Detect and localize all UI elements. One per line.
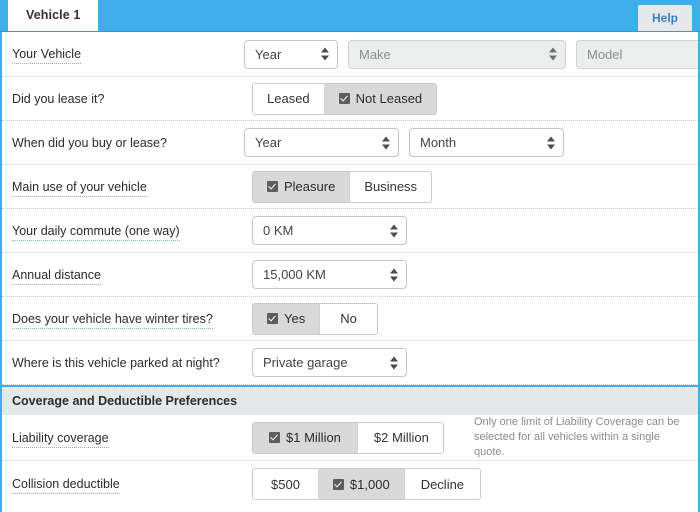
select-daily-commute-value: 0 KM [263, 223, 293, 238]
button-winter-tires-no-label: No [340, 311, 357, 326]
row-parked-at-night: Where is this vehicle parked at night? P… [2, 341, 698, 385]
form-panel: Your Vehicle Year Make Model Di [0, 32, 700, 512]
label-collision-deductible: Collision deductible [12, 476, 244, 492]
row-winter-tires: Does your vehicle have winter tires? Yes… [2, 297, 698, 341]
field-winter-tires: Yes No [244, 303, 692, 335]
button-winter-tires-yes[interactable]: Yes [253, 304, 320, 334]
select-annual-distance-value: 15,000 KM [263, 267, 326, 282]
buttongroup-collision: $500 $1,000 Decline [252, 468, 481, 500]
button-leased-label: Leased [267, 91, 310, 106]
button-deductible-500[interactable]: $500 [253, 469, 319, 499]
row-when-bought: When did you buy or lease? Year Month [2, 121, 698, 165]
label-annual-distance: Annual distance [12, 267, 244, 283]
button-deductible-1000[interactable]: $1,000 [319, 469, 405, 499]
button-liability-1-million-label: $1 Million [286, 430, 341, 445]
chevron-updown-icon [321, 48, 329, 61]
field-your-vehicle: Year Make Model [244, 40, 700, 69]
chevron-updown-icon [390, 224, 398, 237]
buttongroup-liability: $1 Million $2 Million [252, 422, 444, 454]
tab-vehicle-1[interactable]: Vehicle 1 [8, 0, 98, 31]
checkmark-icon [269, 432, 280, 443]
row-main-use: Main use of your vehicle Pleasure Busine… [2, 165, 698, 209]
button-not-leased-label: Not Leased [356, 91, 423, 106]
button-winter-tires-no[interactable]: No [320, 304, 377, 334]
select-vehicle-make-value: Make [359, 47, 391, 62]
select-purchase-year-value: Year [255, 135, 281, 150]
select-purchase-year[interactable]: Year [244, 128, 399, 157]
button-deductible-1000-label: $1,000 [350, 477, 390, 492]
tab-bar: Vehicle 1 Help [0, 0, 700, 32]
row-your-vehicle: Your Vehicle Year Make Model [2, 32, 698, 77]
field-annual-distance: 15,000 KM [244, 260, 692, 289]
buttongroup-main-use: Pleasure Business [252, 171, 432, 203]
select-parked-at-night-value: Private garage [263, 355, 348, 370]
select-purchase-month-value: Month [420, 135, 456, 150]
note-liability-coverage: Only one limit of Liability Coverage can… [474, 415, 692, 460]
section-header-coverage-label: Coverage and Deductible Preferences [12, 394, 237, 408]
section-header-coverage: Coverage and Deductible Preferences [2, 385, 698, 415]
field-collision-deductible: $500 $1,000 Decline [244, 468, 692, 500]
label-parked-at-night: Where is this vehicle parked at night? [12, 355, 244, 371]
chevron-updown-icon [547, 136, 555, 149]
tab-help-label: Help [652, 11, 678, 25]
field-commute: 0 KM [244, 216, 692, 245]
row-liability-coverage: Liability coverage $1 Million $2 Million… [2, 415, 698, 461]
checkmark-icon [333, 479, 344, 490]
label-commute: Your daily commute (one way) [12, 223, 244, 239]
label-liability-coverage: Liability coverage [12, 430, 244, 446]
select-vehicle-model[interactable]: Model [576, 40, 700, 69]
select-vehicle-year[interactable]: Year [244, 40, 338, 69]
chevron-updown-icon [382, 136, 390, 149]
label-lease: Did you lease it? [12, 91, 244, 107]
select-vehicle-year-value: Year [255, 47, 281, 62]
field-parked-at-night: Private garage [244, 348, 692, 377]
label-main-use: Main use of your vehicle [12, 179, 244, 195]
button-not-leased[interactable]: Not Leased [325, 84, 437, 114]
button-winter-tires-yes-label: Yes [284, 311, 305, 326]
row-collision-deductible: Collision deductible $500 $1,000 Decline [2, 461, 698, 507]
button-liability-1-million[interactable]: $1 Million [253, 423, 358, 453]
button-leased[interactable]: Leased [253, 84, 325, 114]
checkmark-icon [339, 93, 350, 104]
field-when-bought: Year Month [244, 128, 692, 157]
select-vehicle-make[interactable]: Make [348, 40, 566, 69]
quote-form-app: Vehicle 1 Help Your Vehicle Year Make [0, 0, 700, 512]
button-business[interactable]: Business [350, 172, 431, 202]
chevron-updown-icon [390, 356, 398, 369]
tab-vehicle-1-label: Vehicle 1 [26, 8, 80, 22]
button-pleasure[interactable]: Pleasure [253, 172, 350, 202]
button-pleasure-label: Pleasure [284, 179, 335, 194]
select-vehicle-model-value: Model [587, 47, 622, 62]
checkmark-icon [267, 181, 278, 192]
label-winter-tires: Does your vehicle have winter tires? [12, 311, 244, 327]
field-main-use: Pleasure Business [244, 171, 692, 203]
buttongroup-winter-tires: Yes No [252, 303, 378, 335]
row-commute: Your daily commute (one way) 0 KM [2, 209, 698, 253]
label-when-bought: When did you buy or lease? [12, 135, 244, 151]
button-deductible-decline[interactable]: Decline [405, 469, 480, 499]
select-annual-distance[interactable]: 15,000 KM [252, 260, 407, 289]
buttongroup-lease: Leased Not Leased [252, 83, 437, 115]
select-daily-commute[interactable]: 0 KM [252, 216, 407, 245]
field-liability-coverage: $1 Million $2 Million Only one limit of … [244, 415, 692, 460]
tab-help[interactable]: Help [638, 5, 692, 31]
row-lease: Did you lease it? Leased Not Leased [2, 77, 698, 121]
row-annual-distance: Annual distance 15,000 KM [2, 253, 698, 297]
select-purchase-month[interactable]: Month [409, 128, 564, 157]
chevron-updown-icon [549, 48, 557, 61]
button-deductible-decline-label: Decline [421, 477, 464, 492]
select-parked-at-night[interactable]: Private garage [252, 348, 407, 377]
button-liability-2-million[interactable]: $2 Million [358, 423, 444, 453]
label-your-vehicle: Your Vehicle [12, 46, 244, 62]
chevron-updown-icon [390, 268, 398, 281]
button-liability-2-million-label: $2 Million [374, 430, 429, 445]
button-deductible-500-label: $500 [271, 477, 300, 492]
checkmark-icon [267, 313, 278, 324]
field-lease: Leased Not Leased [244, 83, 692, 115]
button-business-label: Business [364, 179, 417, 194]
